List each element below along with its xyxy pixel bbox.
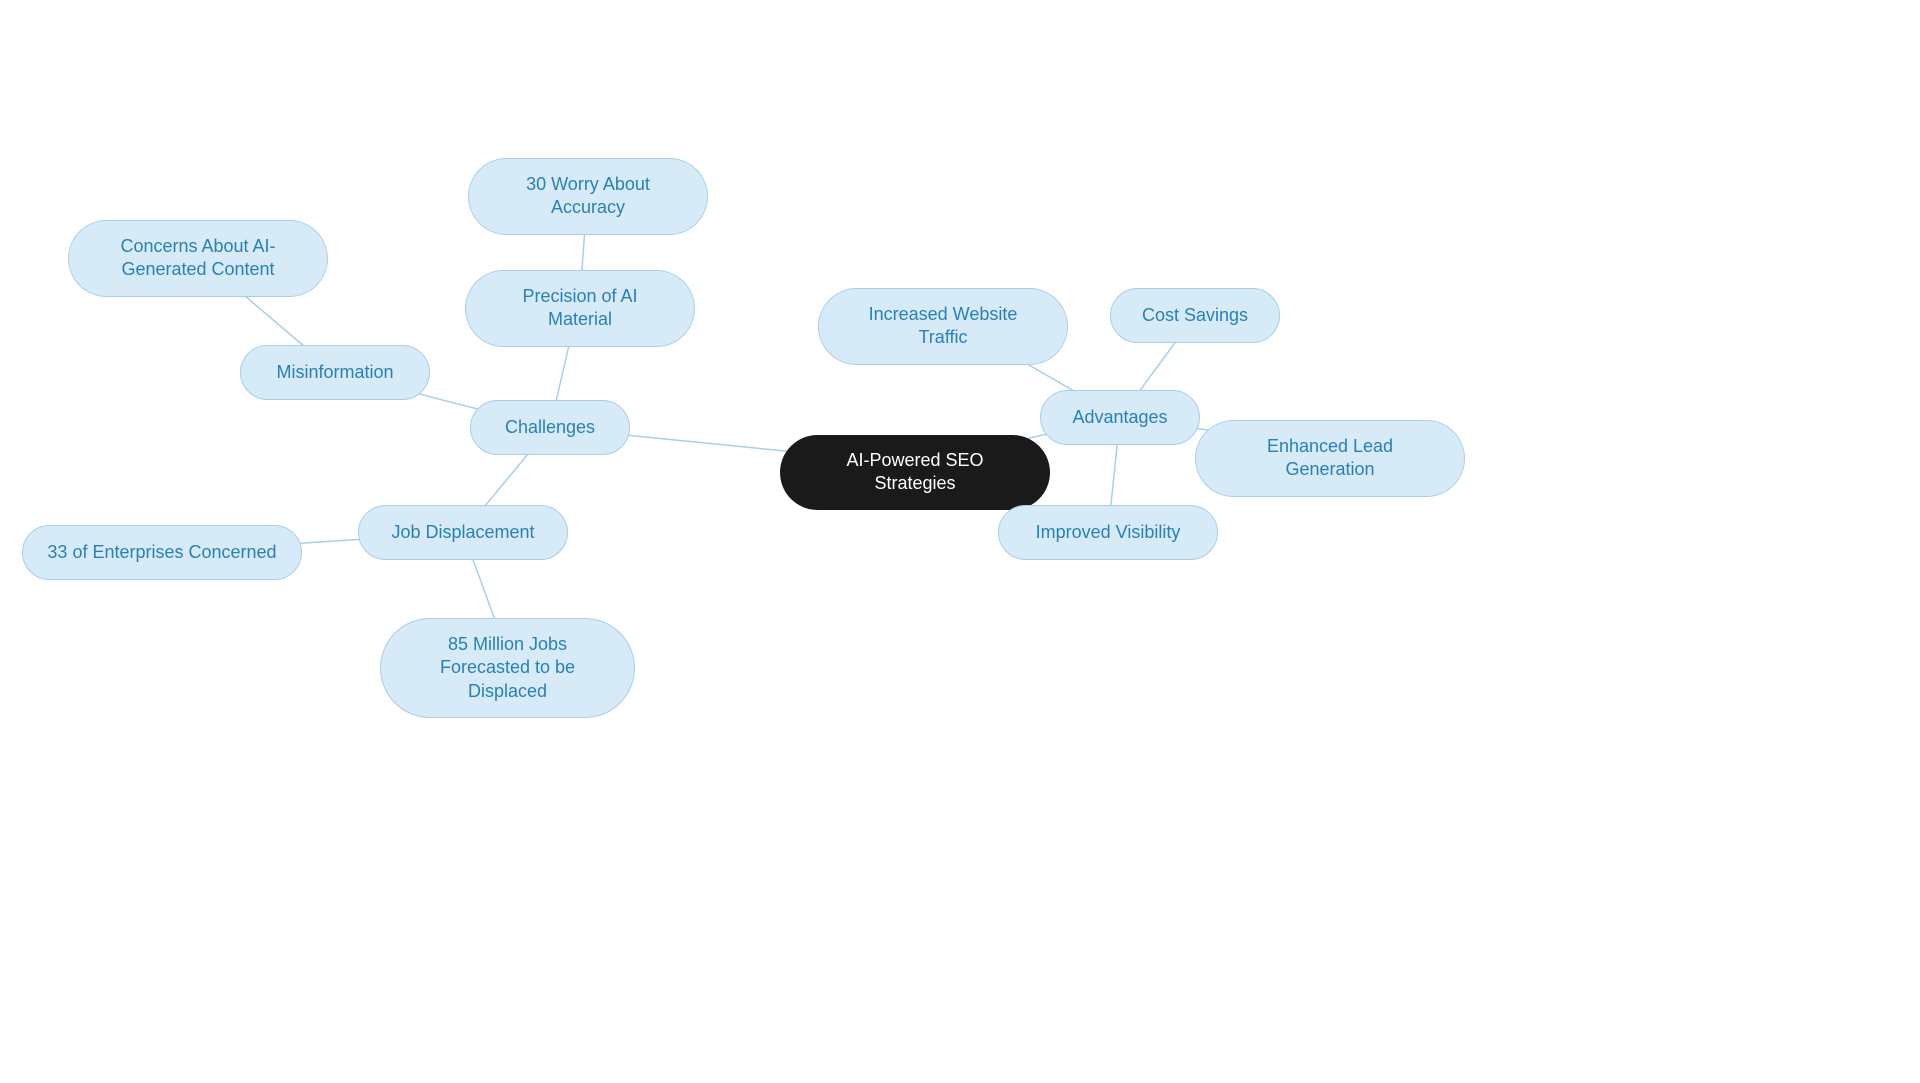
node-advantages: Advantages: [1040, 390, 1200, 445]
node-enhancedLead: Enhanced Lead Generation: [1195, 420, 1465, 497]
node-costSavings: Cost Savings: [1110, 288, 1280, 343]
node-aiGeneratedContent: Concerns About AI-Generated Content: [68, 220, 328, 297]
node-improvedVisibility: Improved Visibility: [998, 505, 1218, 560]
node-enterprisesConcerned: 33 of Enterprises Concerned: [22, 525, 302, 580]
node-millionJobs: 85 Million Jobs Forecasted to be Displac…: [380, 618, 635, 718]
node-worryAccuracy: 30 Worry About Accuracy: [468, 158, 708, 235]
node-precisionAI: Precision of AI Material: [465, 270, 695, 347]
node-jobDisplacement: Job Displacement: [358, 505, 568, 560]
node-challenges: Challenges: [470, 400, 630, 455]
node-misinformation: Misinformation: [240, 345, 430, 400]
node-center: AI-Powered SEO Strategies: [780, 435, 1050, 510]
node-websiteTraffic: Increased Website Traffic: [818, 288, 1068, 365]
